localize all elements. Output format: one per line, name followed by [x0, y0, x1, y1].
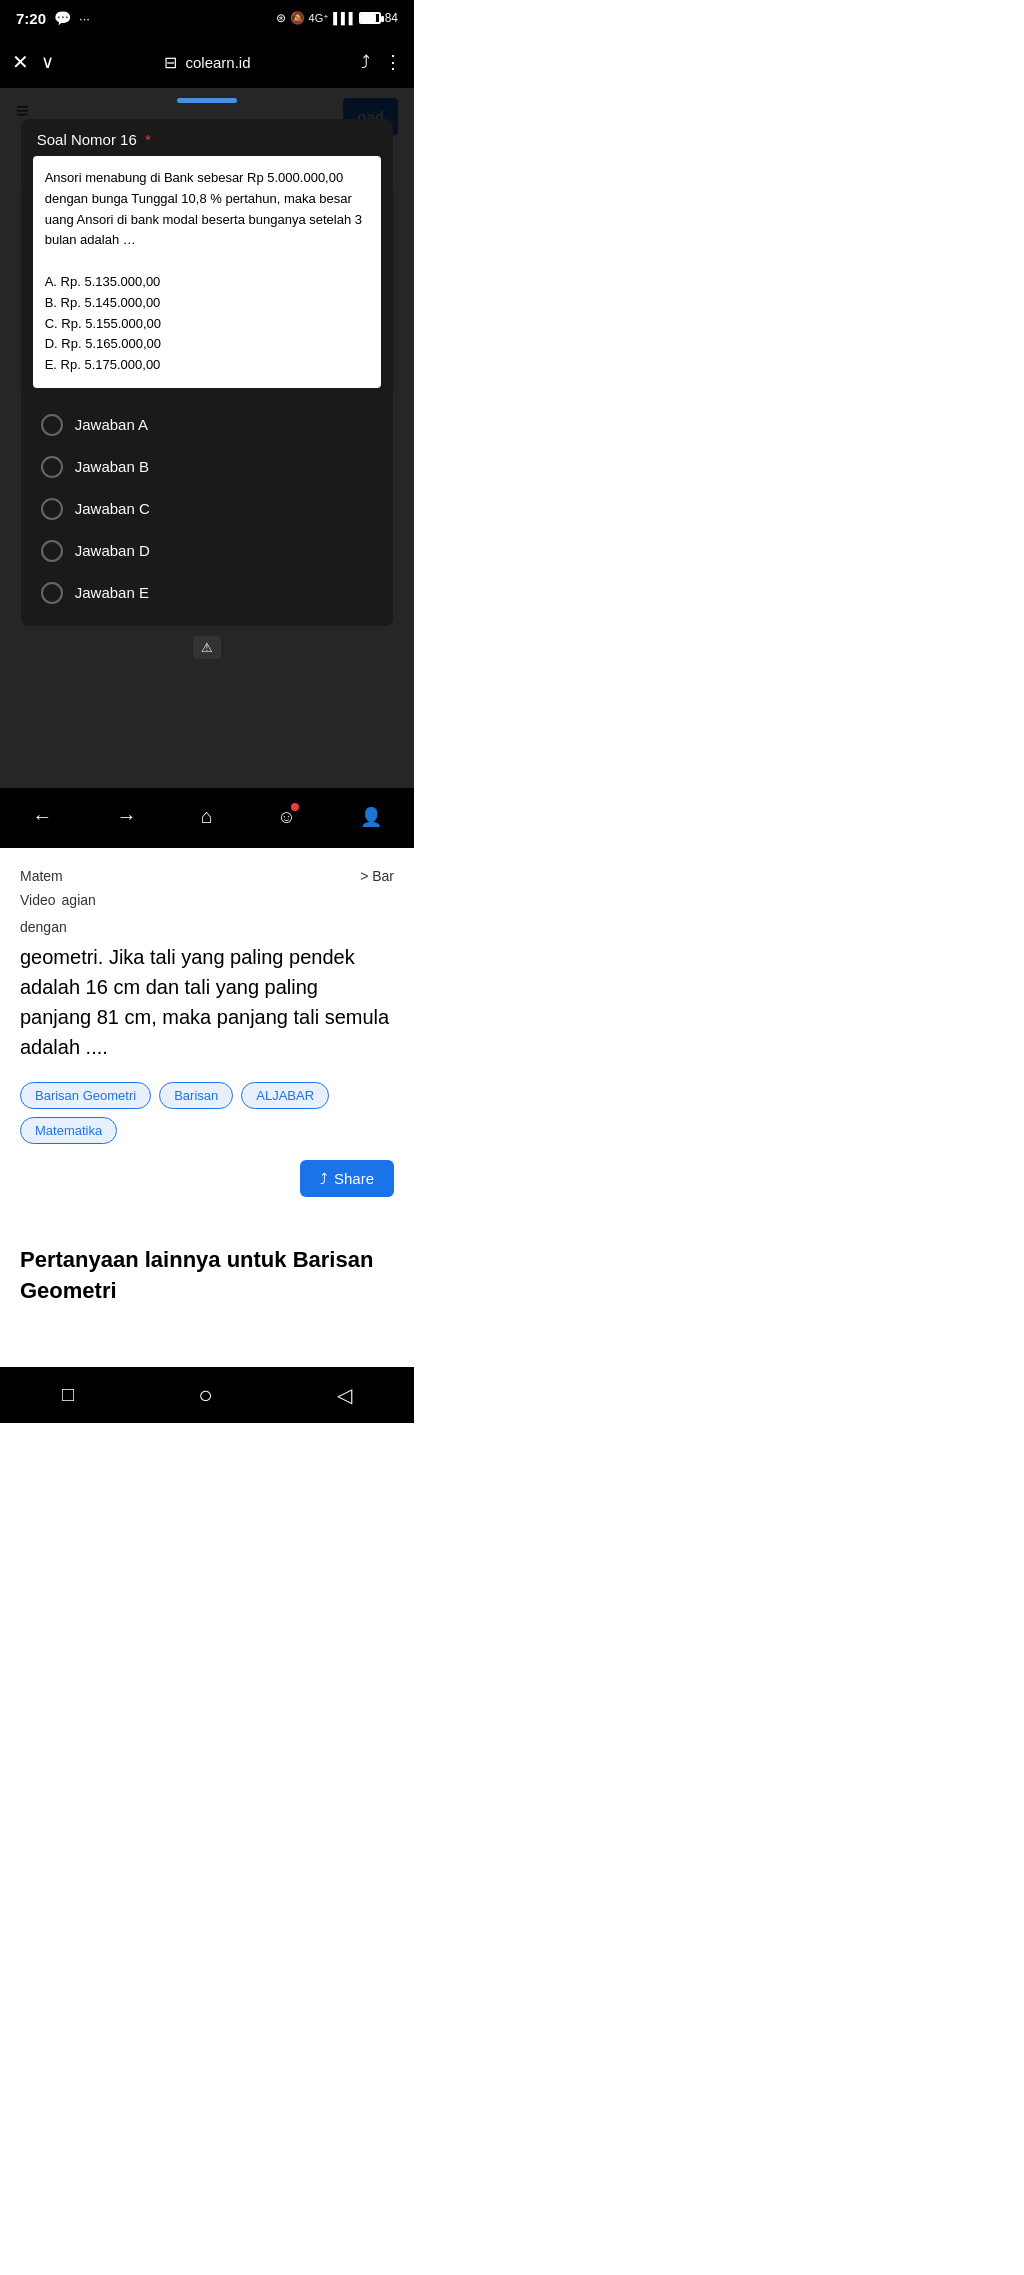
- tag-barisan-geometri[interactable]: Barisan Geometri: [20, 1082, 151, 1109]
- profile-nav-button[interactable]: 👤: [360, 805, 382, 828]
- home-button[interactable]: ○: [198, 1381, 213, 1409]
- browser-bar: ✕ ∨ ⊟ colearn.id ⤴ ⋮: [0, 36, 414, 88]
- answer-b-label: Jawaban B: [75, 458, 149, 475]
- whatsapp-icon: 💬: [54, 10, 71, 26]
- answer-option-b[interactable]: Jawaban B: [21, 446, 394, 488]
- warning-icon: ⚠: [193, 636, 221, 659]
- tag-barisan[interactable]: Barisan: [159, 1082, 233, 1109]
- battery-icon: [359, 12, 381, 24]
- video-label: Video: [20, 892, 56, 908]
- agian-suffix: agian: [62, 892, 96, 908]
- radio-c[interactable]: [41, 498, 63, 520]
- browser-actions: ⤴ ⋮: [361, 51, 402, 73]
- battery-percent: 84: [385, 11, 398, 25]
- tags-row: Barisan Geometri Barisan ALJABAR Matemat…: [20, 1082, 394, 1144]
- radio-e[interactable]: [41, 582, 63, 604]
- answer-option-c[interactable]: Jawaban C: [21, 488, 394, 530]
- modal-handle: [177, 98, 237, 103]
- modal-overlay: Soal Nomor 16 * Ansori menabung di Bank …: [0, 88, 414, 788]
- share-icon[interactable]: ⤴: [361, 52, 370, 73]
- tag-aljabar[interactable]: ALJABAR: [241, 1082, 329, 1109]
- section-label: Matem: [20, 868, 63, 884]
- chevron-down-button[interactable]: ∨: [41, 51, 54, 73]
- status-time: 7:20: [16, 10, 46, 27]
- back-nav-button[interactable]: ←: [32, 805, 52, 828]
- option-c: C. Rp. 5.155.000,00: [45, 314, 370, 335]
- close-button[interactable]: ✕: [12, 50, 29, 74]
- option-a: A. Rp. 5.135.000,00: [45, 272, 370, 293]
- content-body: Video agian dengan geometri. Jika tali y…: [20, 892, 394, 1062]
- signal-icon: 4G⁺▐▐▐: [309, 12, 353, 25]
- url-area: ⊟ colearn.id: [66, 53, 349, 72]
- option-b: B. Rp. 5.145.000,00: [45, 293, 370, 314]
- radio-b[interactable]: [41, 456, 63, 478]
- answer-e-label: Jawaban E: [75, 584, 149, 601]
- back-button[interactable]: ◁: [337, 1383, 352, 1407]
- answer-option-e[interactable]: Jawaban E: [21, 572, 394, 614]
- question-label: Soal Nomor 16: [37, 131, 137, 148]
- answer-d-label: Jawaban D: [75, 542, 150, 559]
- tag-matematika[interactable]: Matematika: [20, 1117, 117, 1144]
- breadcrumb: > Bar: [360, 868, 394, 884]
- radio-d[interactable]: [41, 540, 63, 562]
- browser-url[interactable]: colearn.id: [185, 54, 250, 71]
- dengan-row: dengan: [20, 918, 394, 936]
- top-row: Matem > Bar: [20, 868, 394, 884]
- required-mark: *: [145, 131, 151, 148]
- question-text: Ansori menabung di Bank sebesar Rp 5.000…: [45, 168, 370, 251]
- question-content-box: Ansori menabung di Bank sebesar Rp 5.000…: [33, 156, 382, 388]
- answer-c-label: Jawaban C: [75, 500, 150, 517]
- forward-nav-button[interactable]: →: [116, 805, 136, 828]
- option-d: D. Rp. 5.165.000,00: [45, 334, 370, 355]
- more-icon: ···: [79, 11, 90, 26]
- tabs-icon: ⊟: [164, 53, 177, 72]
- modal-box: Soal Nomor 16 * Ansori menabung di Bank …: [21, 119, 394, 626]
- answer-a-label: Jawaban A: [75, 416, 148, 433]
- question-label-area: Soal Nomor 16 *: [21, 119, 394, 156]
- status-icons: ⊛ 🔕 4G⁺▐▐▐ 84: [276, 11, 398, 25]
- phone-bottom-nav: ← → ⌂ ☺ 👤: [0, 788, 414, 848]
- status-bar: 7:20 💬 ··· ⊛ 🔕 4G⁺▐▐▐ 84: [0, 0, 414, 36]
- main-content: Matem > Bar Video agian dengan geometri.…: [0, 848, 414, 1367]
- answer-option-d[interactable]: Jawaban D: [21, 530, 394, 572]
- related-section-title: Pertanyaan lainnya untuk Barisan Geometr…: [20, 1245, 394, 1307]
- option-e: E. Rp. 5.175.000,00: [45, 355, 370, 376]
- answer-option-a[interactable]: Jawaban A: [21, 404, 394, 446]
- content-description: geometri. Jika tali yang paling pendek a…: [20, 942, 394, 1062]
- home-nav-button[interactable]: ⌂: [201, 805, 213, 828]
- emoji-nav-button[interactable]: ☺: [277, 805, 295, 828]
- recent-apps-button[interactable]: □: [62, 1383, 74, 1406]
- question-options: A. Rp. 5.135.000,00 B. Rp. 5.145.000,00 …: [45, 272, 370, 376]
- bluetooth-icon: ⊛: [276, 11, 286, 25]
- mute-icon: 🔕: [290, 11, 305, 25]
- system-nav: □ ○ ◁: [0, 1367, 414, 1423]
- notification-dot: [291, 803, 299, 811]
- share-icon-btn: ⤴: [320, 1170, 328, 1187]
- video-row: Video agian: [20, 892, 394, 908]
- page-content: ≡ oad Ketik 🔍 Seutas tali di panjang mem…: [0, 88, 414, 848]
- share-button[interactable]: ⤴ Share: [300, 1160, 394, 1197]
- dengan-text: dengan: [20, 919, 67, 935]
- answer-options: Jawaban A Jawaban B Jawaban C Jawaban D …: [21, 400, 394, 626]
- menu-icon[interactable]: ⋮: [384, 51, 402, 73]
- radio-a[interactable]: [41, 414, 63, 436]
- share-row: ⤴ Share: [20, 1160, 394, 1221]
